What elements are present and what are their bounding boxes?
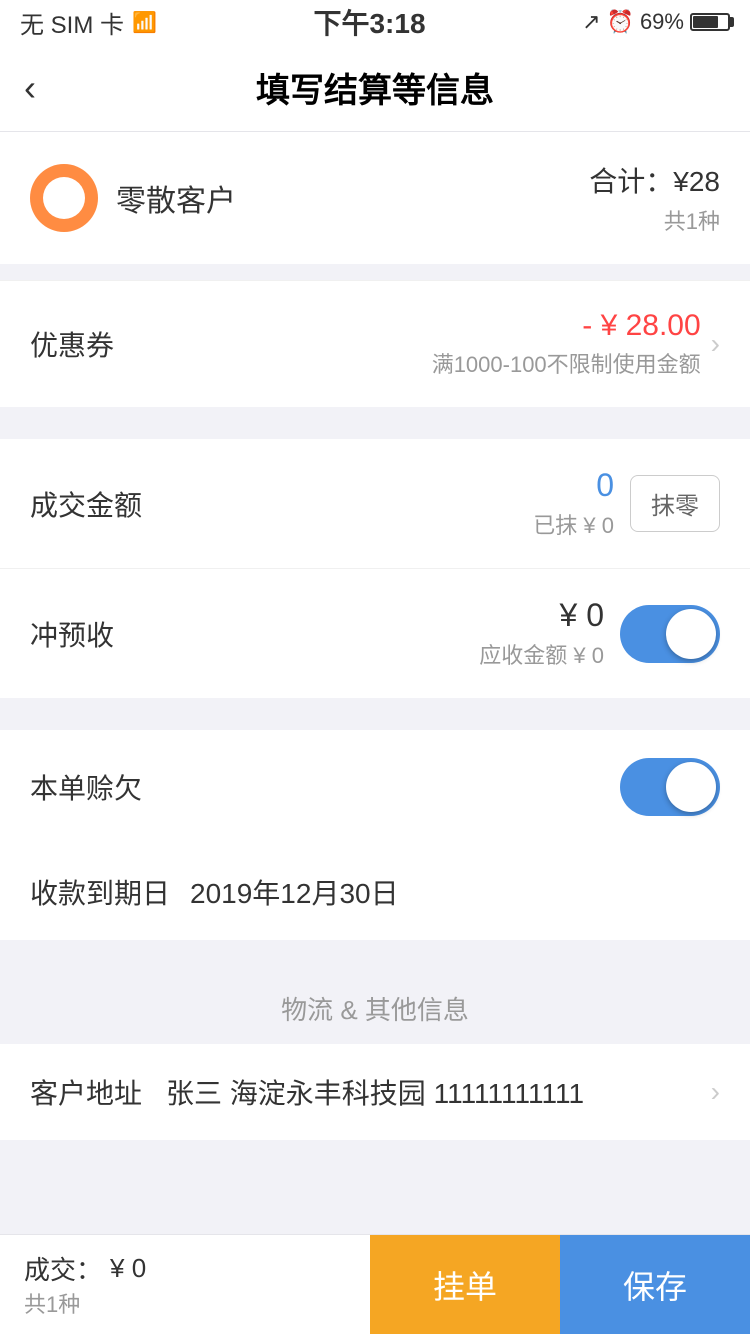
status-bar: 无 SIM 卡 📶 下午3:18 ↗ ⏰ 69% <box>0 0 750 44</box>
pre-receipt-right: ¥ 0 应收金额 ¥ 0 <box>479 597 720 670</box>
pre-receipt-label: 冲预收 <box>30 614 114 654</box>
pending-button[interactable]: 挂单 <box>370 1235 560 1334</box>
address-value: 张三 海淀永丰科技园 11111111111 <box>166 1072 701 1112</box>
status-right: ↗ ⏰ 69% <box>582 9 730 35</box>
credit-row: 本单赊欠 <box>0 730 750 844</box>
sim-status: 无 SIM 卡 <box>20 5 124 40</box>
customer-section: 零散客户 合计：¥28 共1种 <box>0 132 750 264</box>
customer-name: 零散客户 <box>116 176 236 220</box>
logistics-title: 物流 & 其他信息 <box>281 990 469 1027</box>
bottom-deal-amount: ¥ 0 <box>110 1253 146 1284</box>
customer-avatar <box>30 164 98 232</box>
credit-section: 本单赊欠 收款到期日 2019年12月30日 <box>0 730 750 940</box>
amount-sub: 已抹 ¥ 0 <box>533 508 614 540</box>
collection-date-row: 收款到期日 2019年12月30日 <box>0 844 750 940</box>
nav-bar: ‹ 填写结算等信息 <box>0 44 750 132</box>
bottom-bar: 成交： ¥ 0 共1种 挂单 保存 <box>0 1234 750 1334</box>
customer-total: 合计：¥28 <box>589 160 720 200</box>
toggle-knob <box>666 609 716 659</box>
amount-row: 成交金额 0 已抹 ¥ 0 抹零 <box>0 439 750 568</box>
main-content: 零散客户 合计：¥28 共1种 优惠券 - ¥ 28.00 满1000-100不… <box>0 132 750 1256</box>
credit-right <box>620 758 720 816</box>
pre-receipt-row: 冲预收 ¥ 0 应收金额 ¥ 0 <box>0 568 750 698</box>
coupon-label: 优惠券 <box>30 324 114 364</box>
back-button[interactable]: ‹ <box>24 67 36 109</box>
pre-receipt-value: ¥ 0 <box>479 597 604 634</box>
credit-toggle-knob <box>666 762 716 812</box>
status-time: 下午3:18 <box>313 2 425 42</box>
wifi-icon: 📶 <box>132 10 157 35</box>
divider-1 <box>0 423 750 439</box>
customer-count: 共1种 <box>589 204 720 236</box>
coupon-info: - ¥ 28.00 满1000-100不限制使用金额 <box>432 309 701 379</box>
round-off-button[interactable]: 抹零 <box>630 475 720 532</box>
collection-date-value: 2019年12月30日 <box>190 872 399 912</box>
page-title: 填写结算等信息 <box>256 63 494 112</box>
address-row[interactable]: 客户地址 张三 海淀永丰科技园 11111111111 › <box>0 1044 750 1140</box>
save-button[interactable]: 保存 <box>560 1235 750 1334</box>
customer-right: 合计：¥28 共1种 <box>589 160 720 236</box>
logistics-header: 物流 & 其他信息 <box>0 972 750 1044</box>
alarm-icon: ⏰ <box>607 9 634 35</box>
coupon-desc: 满1000-100不限制使用金额 <box>432 347 701 379</box>
battery-percent: 69% <box>640 9 684 35</box>
pre-receipt-toggle[interactable] <box>620 605 720 663</box>
bottom-info: 成交： ¥ 0 共1种 <box>0 1235 370 1334</box>
amount-value-wrapper: 0 已抹 ¥ 0 <box>533 467 614 540</box>
coupon-chevron: › <box>711 328 720 360</box>
bottom-deal-label: 成交： <box>24 1250 102 1287</box>
pre-receipt-sub: 应收金额 ¥ 0 <box>479 638 604 670</box>
collection-date-label: 收款到期日 <box>30 872 170 912</box>
divider-2 <box>0 714 750 730</box>
coupon-row[interactable]: 优惠券 - ¥ 28.00 满1000-100不限制使用金额 › <box>0 280 750 407</box>
avatar-icon <box>43 177 85 219</box>
transaction-section: 成交金额 0 已抹 ¥ 0 抹零 冲预收 ¥ 0 应收金额 ¥ 0 <box>0 439 750 698</box>
credit-toggle[interactable] <box>620 758 720 816</box>
coupon-right: - ¥ 28.00 满1000-100不限制使用金额 › <box>432 309 720 379</box>
bottom-count: 共1种 <box>24 1287 346 1319</box>
coupon-discount: - ¥ 28.00 <box>432 309 701 343</box>
battery-icon <box>690 13 730 31</box>
bottom-deal-row: 成交： ¥ 0 <box>24 1250 346 1287</box>
amount-value: 0 <box>533 467 614 504</box>
divider-3 <box>0 956 750 972</box>
credit-label: 本单赊欠 <box>30 767 142 807</box>
amount-label: 成交金额 <box>30 484 142 524</box>
address-chevron: › <box>711 1076 720 1108</box>
location-icon: ↗ <box>582 9 600 35</box>
address-label: 客户地址 <box>30 1072 142 1112</box>
coupon-section: 优惠券 - ¥ 28.00 满1000-100不限制使用金额 › <box>0 280 750 407</box>
address-section: 客户地址 张三 海淀永丰科技园 11111111111 › <box>0 1044 750 1140</box>
customer-row: 零散客户 合计：¥28 共1种 <box>0 132 750 264</box>
customer-left: 零散客户 <box>30 164 236 232</box>
pre-receipt-value-wrapper: ¥ 0 应收金额 ¥ 0 <box>479 597 604 670</box>
amount-right: 0 已抹 ¥ 0 抹零 <box>533 467 720 540</box>
status-left: 无 SIM 卡 📶 <box>20 5 157 40</box>
